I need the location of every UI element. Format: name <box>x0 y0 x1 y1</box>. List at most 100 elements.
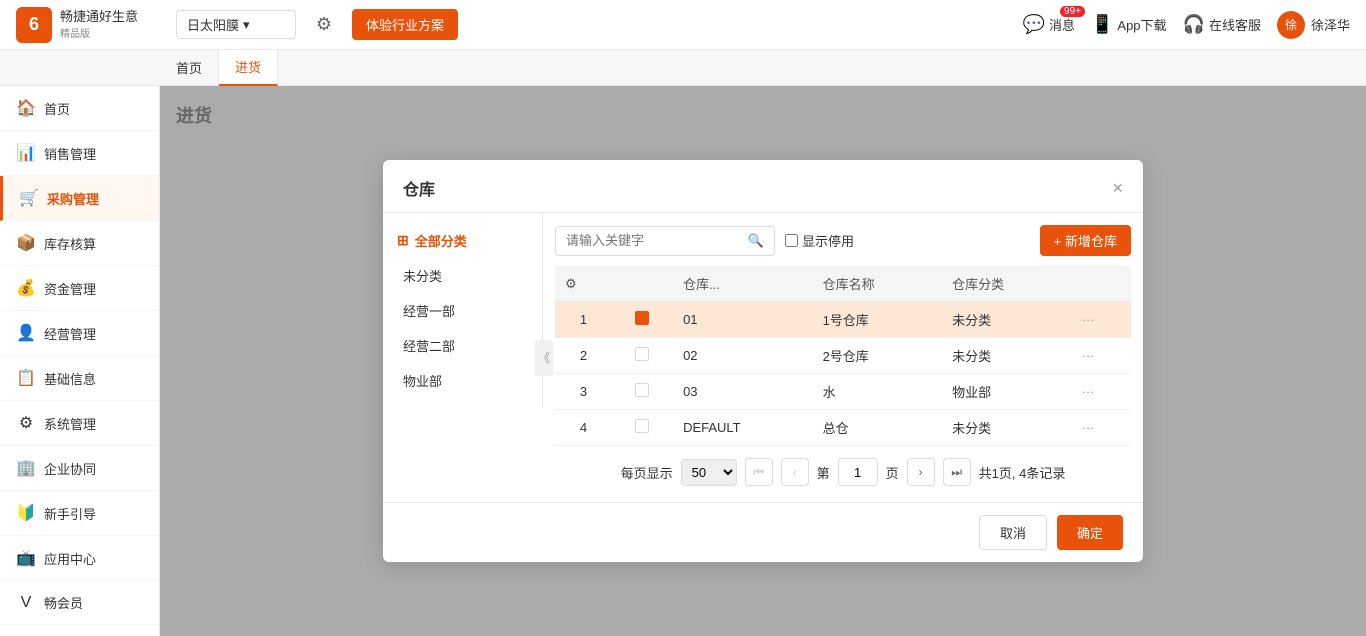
category-item-op2[interactable]: 经营二部 <box>383 328 542 363</box>
row-checkbox[interactable] <box>612 338 673 374</box>
sidebar-item-purchase[interactable]: 🛒 采购管理 <box>0 176 159 221</box>
app-center-icon: 📺 <box>16 548 36 568</box>
settings-button[interactable]: ⚙ <box>308 9 340 41</box>
message-badge: 99+ <box>1060 6 1085 17</box>
sidebar-item-enterprise[interactable]: 🏢 企业协同 <box>0 446 159 491</box>
sales-icon: 📊 <box>16 143 36 163</box>
row-name: 1号仓库 <box>813 302 943 338</box>
first-page-btn[interactable]: ⏮ <box>745 458 773 486</box>
row-code: 02 <box>673 338 813 374</box>
sidebar-item-guide[interactable]: 🔰 新手引导 <box>0 491 159 536</box>
row-checkbox[interactable] <box>612 410 673 446</box>
category-wrapper: ⊞ 全部分类 未分类 经营一部 经营二部 物业部 《 <box>383 213 543 502</box>
purchase-icon: 🛒 <box>19 188 39 208</box>
per-page-select[interactable]: 50 100 <box>681 459 737 486</box>
store-selector[interactable]: 日太阳膜 ▾ <box>176 10 296 39</box>
modal-title: 仓库 <box>403 176 435 200</box>
member-icon: V <box>16 594 36 612</box>
row-num: 3 <box>555 374 612 410</box>
next-page-btn[interactable]: › <box>907 458 935 486</box>
table-row[interactable]: 1 01 1号仓库 未分类 ··· <box>555 302 1131 338</box>
message-icon: 💬 <box>1023 14 1045 35</box>
sidebar-item-member[interactable]: V 畅会员 <box>0 581 159 625</box>
sidebar-item-operation[interactable]: 👤 经营管理 <box>0 311 159 356</box>
row-category: 物业部 <box>942 374 1072 410</box>
sidebar-item-home[interactable]: 🏠 首页 <box>0 86 159 131</box>
sidebar-item-inventory[interactable]: 📦 库存核算 <box>0 221 159 266</box>
last-page-btn[interactable]: ⏭ <box>943 458 971 486</box>
table-row[interactable]: 3 03 水 物业部 ··· <box>555 374 1131 410</box>
row-category: 未分类 <box>942 338 1072 374</box>
sidebar: 🏠 首页 📊 销售管理 🛒 采购管理 📦 库存核算 💰 资金管理 👤 经营管理 … <box>0 86 160 636</box>
sidebar-item-sales[interactable]: 📊 销售管理 <box>0 131 159 176</box>
main-layout: 🏠 首页 📊 销售管理 🛒 采购管理 📦 库存核算 💰 资金管理 👤 经营管理 … <box>0 86 1366 636</box>
tab-home[interactable]: 首页 <box>160 50 219 86</box>
table-row[interactable]: 4 DEFAULT 总仓 未分类 ··· <box>555 410 1131 446</box>
row-category: 未分类 <box>942 410 1072 446</box>
search-input[interactable] <box>566 233 742 248</box>
toolbar: 🔍 显示停用 + 新增仓库 <box>555 225 1131 256</box>
guide-icon: 🔰 <box>16 503 36 523</box>
header-right: 💬 消息 99+ 📱 App下载 🎧 在线客服 徐 徐泽华 <box>1023 11 1350 39</box>
sidebar-item-finance[interactable]: 💰 资金管理 <box>0 266 159 311</box>
enterprise-icon: 🏢 <box>16 458 36 478</box>
nav-tabs: 首页 进货 <box>0 50 1366 86</box>
category-all[interactable]: ⊞ 全部分类 <box>383 223 542 258</box>
finance-icon: 💰 <box>16 278 36 298</box>
col-name: 仓库名称 <box>813 266 943 302</box>
top-header: 6 畅捷通好生意 精品版 日太阳膜 ▾ ⚙ 体验行业方案 💬 消息 99+ 📱 … <box>0 0 1366 50</box>
chevron-down-icon: ▾ <box>243 17 250 33</box>
user-area[interactable]: 徐 徐泽华 <box>1277 11 1350 39</box>
inventory-icon: 📦 <box>16 233 36 253</box>
sidebar-item-basic-info[interactable]: 📋 基础信息 <box>0 356 159 401</box>
close-icon[interactable]: × <box>1112 178 1123 199</box>
row-more[interactable]: ··· <box>1072 410 1131 446</box>
category-panel: ⊞ 全部分类 未分类 经营一部 经营二部 物业部 <box>383 213 543 408</box>
row-num: 4 <box>555 410 612 446</box>
collapse-btn[interactable]: 《 <box>535 340 553 376</box>
trial-btn[interactable]: 体验行业方案 <box>352 9 458 40</box>
row-more[interactable]: ··· <box>1072 302 1131 338</box>
sidebar-item-system[interactable]: ⚙ 系统管理 <box>0 401 159 446</box>
row-num: 1 <box>555 302 612 338</box>
table-row[interactable]: 2 02 2号仓库 未分类 ··· <box>555 338 1131 374</box>
warehouse-modal: 仓库 × ⊞ 全部分类 未分类 经营一部 经 <box>383 160 1143 562</box>
tab-purchase[interactable]: 进货 <box>219 50 278 86</box>
app-download-area[interactable]: 📱 App下载 <box>1091 14 1167 35</box>
modal-body: ⊞ 全部分类 未分类 经营一部 经营二部 物业部 《 <box>383 213 1143 502</box>
customer-service-area[interactable]: 🎧 在线客服 <box>1183 14 1261 35</box>
row-checkbox[interactable] <box>612 302 673 338</box>
row-name: 水 <box>813 374 943 410</box>
category-item-unclassified[interactable]: 未分类 <box>383 258 542 293</box>
row-num: 2 <box>555 338 612 374</box>
cancel-button[interactable]: 取消 <box>979 515 1047 550</box>
messages-area[interactable]: 💬 消息 99+ <box>1023 14 1075 35</box>
data-panel: 🔍 显示停用 + 新增仓库 <box>543 213 1143 502</box>
grid-icon: ⊞ <box>397 232 409 249</box>
page-input[interactable] <box>838 458 878 486</box>
modal-footer: 取消 确定 <box>383 502 1143 562</box>
show-disabled-checkbox[interactable] <box>785 234 798 247</box>
category-item-op1[interactable]: 经营一部 <box>383 293 542 328</box>
headset-icon: 🎧 <box>1183 14 1205 35</box>
row-more[interactable]: ··· <box>1072 374 1131 410</box>
category-item-property[interactable]: 物业部 <box>383 363 542 398</box>
show-disabled-label[interactable]: 显示停用 <box>785 231 854 250</box>
sidebar-item-app-center[interactable]: 📺 应用中心 <box>0 536 159 581</box>
confirm-button[interactable]: 确定 <box>1057 515 1123 550</box>
row-code: DEFAULT <box>673 410 813 446</box>
search-icon[interactable]: 🔍 <box>748 233 764 249</box>
row-more[interactable]: ··· <box>1072 338 1131 374</box>
modal-backdrop: 仓库 × ⊞ 全部分类 未分类 经营一部 经 <box>160 86 1366 636</box>
prev-page-btn[interactable]: ‹ <box>781 458 809 486</box>
logo-text: 畅捷通好生意 精品版 <box>60 9 138 41</box>
pagination: 每页显示 50 100 ⏮ ‹ 第 页 › ⏭ 共 <box>555 446 1131 490</box>
col-actions <box>1072 266 1131 302</box>
row-code: 03 <box>673 374 813 410</box>
row-checkbox[interactable] <box>612 374 673 410</box>
add-warehouse-button[interactable]: + 新增仓库 <box>1040 225 1131 256</box>
phone-icon: 📱 <box>1091 14 1113 35</box>
col-gear: ⚙ <box>555 266 612 302</box>
system-icon: ⚙ <box>16 413 36 433</box>
row-name: 2号仓库 <box>813 338 943 374</box>
